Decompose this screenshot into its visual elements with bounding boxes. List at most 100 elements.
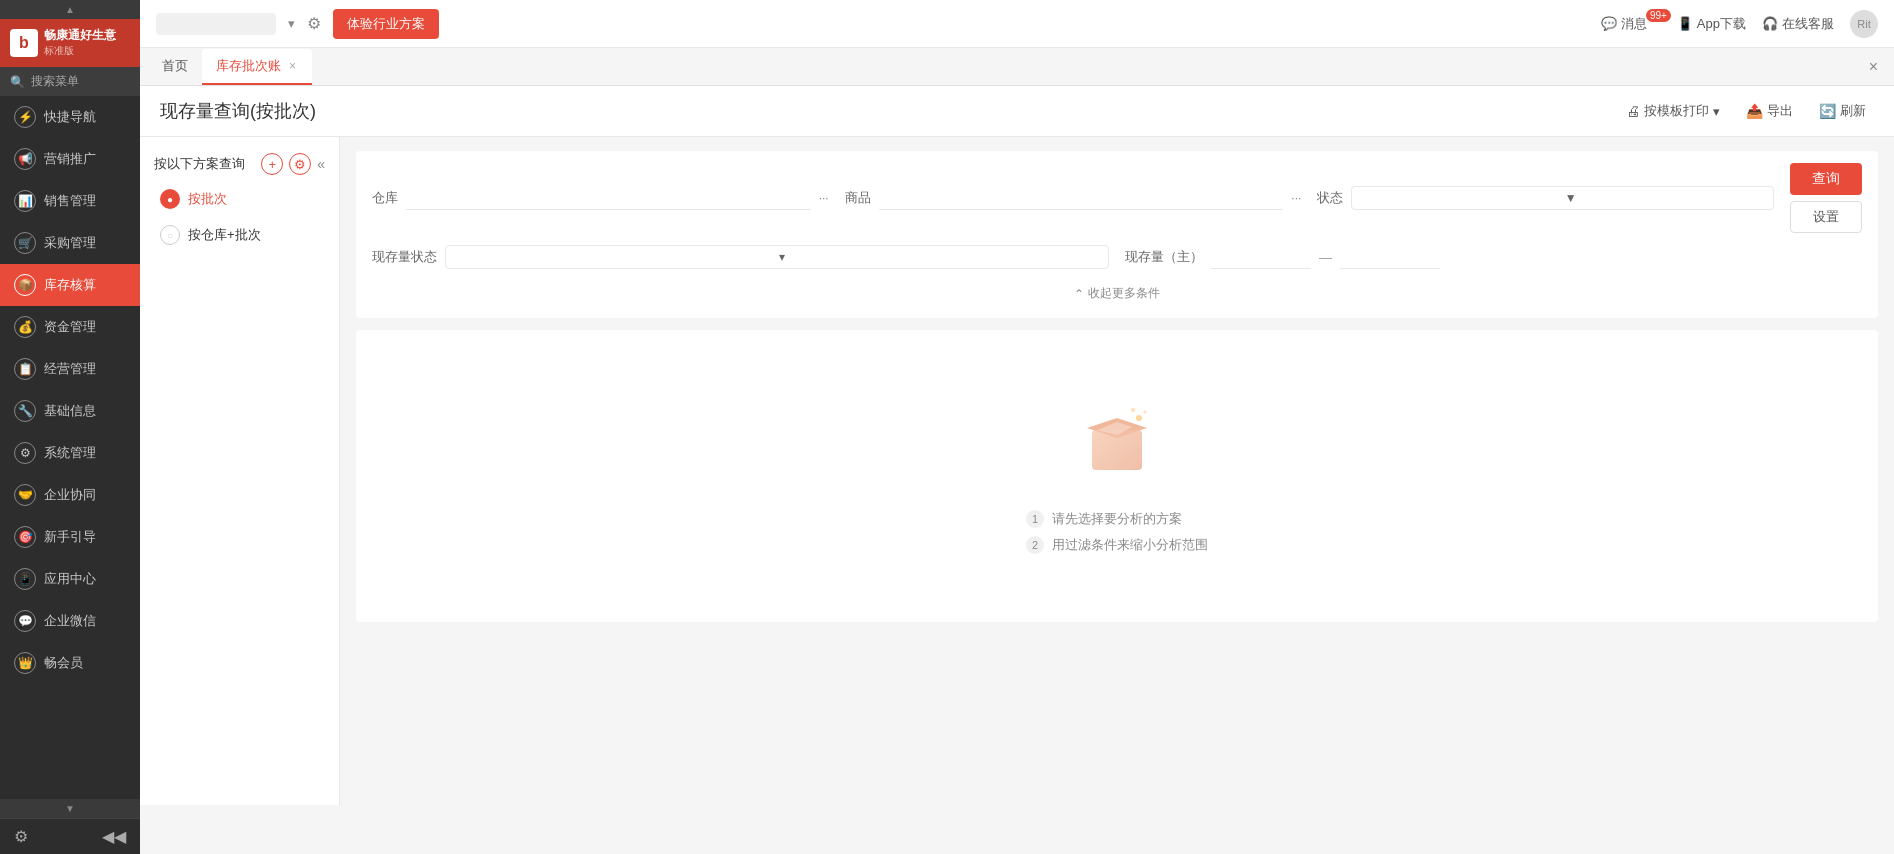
topbar-right: 💬 消息 99+ 📱 App下载 🎧 在线客服 Rit: [1601, 10, 1878, 38]
print-dropdown-icon[interactable]: ▾: [1713, 104, 1720, 119]
message-btn[interactable]: 💬 消息 99+: [1601, 15, 1661, 33]
message-label: 消息: [1621, 15, 1647, 33]
collapse-panel-btn[interactable]: «: [317, 156, 325, 172]
settings-plan-btn[interactable]: ⚙: [289, 153, 311, 175]
filter-area: 仓库 ··· 商品 ··· 状态: [356, 151, 1878, 318]
sidebar-label-system: 系统管理: [44, 444, 96, 462]
collapse-more-btn[interactable]: ⌃ 收起更多条件: [1074, 285, 1160, 302]
warehouse-label: 仓库: [372, 189, 398, 207]
sidebar-icon-sales: 📊: [14, 190, 36, 212]
topbar-gear-icon[interactable]: ⚙: [307, 14, 321, 33]
avatar-img: Rit: [1850, 10, 1878, 38]
topbar-search-input[interactable]: [156, 13, 276, 35]
sidebar-label-quick-nav: 快捷导航: [44, 108, 96, 126]
sidebar-item-system[interactable]: ⚙ 系统管理: [0, 432, 140, 474]
sidebar-search[interactable]: 🔍 搜索菜单: [0, 67, 140, 96]
search-btn[interactable]: 查询: [1790, 163, 1862, 195]
topbar-left: ▾ ⚙ 体验行业方案: [156, 9, 439, 39]
sidebar-label-operation: 经营管理: [44, 360, 96, 378]
print-label: 按模板打印: [1644, 102, 1709, 120]
sidebar-item-quick-nav[interactable]: ⚡ 快捷导航: [0, 96, 140, 138]
svg-point-3: [1131, 408, 1135, 412]
message-icon: 💬: [1601, 16, 1617, 31]
company-name: 畅康通好生意: [44, 28, 116, 44]
scroll-up-arrow[interactable]: ▲: [0, 0, 140, 19]
svg-rect-1: [1092, 430, 1142, 470]
svg-point-4: [1144, 411, 1147, 414]
refresh-btn[interactable]: 🔄 刷新: [1811, 98, 1874, 124]
online-service-btn[interactable]: 🎧 在线客服: [1762, 15, 1834, 33]
sidebar-item-inventory[interactable]: 📦 库存核算: [0, 264, 140, 306]
user-avatar[interactable]: Rit: [1850, 10, 1878, 38]
page-title: 现存量查询(按批次): [160, 99, 316, 123]
scroll-down-arrow[interactable]: ▼: [0, 799, 140, 818]
qty-min-input[interactable]: [1211, 245, 1311, 269]
online-service-label: 在线客服: [1782, 15, 1834, 33]
topbar-dropdown-icon[interactable]: ▾: [288, 16, 295, 31]
sidebar-item-sales[interactable]: 📊 销售管理: [0, 180, 140, 222]
settings-icon[interactable]: ⚙: [14, 827, 28, 846]
qty-max-input[interactable]: [1340, 245, 1440, 269]
collapse-more-label: 收起更多条件: [1088, 285, 1160, 302]
refresh-label: 刷新: [1840, 102, 1866, 120]
main-wrap: ▾ ⚙ 体验行业方案 💬 消息 99+ 📱 App下载 🎧 在线客服 Rit: [140, 0, 1894, 854]
print-btn[interactable]: 🖨 按模板打印 ▾: [1618, 98, 1728, 124]
sidebar-label-guide: 新手引导: [44, 528, 96, 546]
page-header: 现存量查询(按批次) 🖨 按模板打印 ▾ 📤 导出 🔄 刷新: [140, 86, 1894, 137]
inventory-status-select[interactable]: ▾: [445, 245, 1109, 269]
status-dropdown-icon: ▼: [1565, 191, 1765, 205]
status-select[interactable]: ▼: [1351, 186, 1774, 210]
warehouse-input[interactable]: [406, 186, 811, 210]
tab-close-inventory-batch[interactable]: ×: [287, 59, 298, 73]
sidebar-item-appstore[interactable]: 📱 应用中心: [0, 558, 140, 600]
sidebar-bottom: ⚙ ◀◀: [0, 818, 140, 854]
warehouse-more-btn[interactable]: ···: [819, 191, 829, 205]
sidebar-icon-operation: 📋: [14, 358, 36, 380]
sidebar-item-basic[interactable]: 🔧 基础信息: [0, 390, 140, 432]
sidebar-search-label: 搜索菜单: [31, 73, 79, 90]
tab-home[interactable]: 首页: [148, 49, 202, 85]
sidebar-item-purchase[interactable]: 🛒 采购管理: [0, 222, 140, 264]
tip-number-2: 2: [1026, 536, 1044, 554]
sidebar-icon-member: 👑: [14, 652, 36, 674]
body-layout: 按以下方案查询 + ⚙ « ● 按批次 ○ 按仓库+批次: [140, 137, 1894, 805]
tab-inventory-batch[interactable]: 库存批次账×: [202, 49, 312, 85]
sidebar-item-marketing[interactable]: 📢 营销推广: [0, 138, 140, 180]
sidebar-item-enterprise[interactable]: 🤝 企业协同: [0, 474, 140, 516]
sidebar-item-operation[interactable]: 📋 经营管理: [0, 348, 140, 390]
sidebar-header: b 畅康通好生意 标准版: [0, 19, 140, 67]
tip-text-2: 用过滤条件来缩小分析范围: [1052, 536, 1208, 554]
export-btn[interactable]: 📤 导出: [1738, 98, 1801, 124]
sidebar-nav: ⚡ 快捷导航 📢 营销推广 📊 销售管理 🛒 采购管理 📦 库存核算 💰 资金管…: [0, 96, 140, 799]
plan-item-warehouse-batch[interactable]: ○ 按仓库+批次: [140, 217, 339, 253]
sidebar-icon-finance: 💰: [14, 316, 36, 338]
product-input[interactable]: [879, 186, 1284, 210]
sidebar-label-inventory: 库存核算: [44, 276, 96, 294]
empty-icon: [1067, 390, 1167, 490]
plan-item-batch[interactable]: ● 按批次: [140, 181, 339, 217]
plan-label-batch: 按批次: [188, 190, 227, 208]
sidebar-label-sales: 销售管理: [44, 192, 96, 210]
chevron-up-icon: ⌃: [1074, 287, 1084, 301]
filter-settings-btn[interactable]: 设置: [1790, 201, 1862, 233]
inventory-qty-field: 现存量（主） —: [1125, 245, 1862, 269]
trial-btn[interactable]: 体验行业方案: [333, 9, 439, 39]
edition-label: 标准版: [44, 44, 116, 58]
tab-bar-close-btn[interactable]: ×: [1861, 54, 1886, 80]
status-field: 状态 ▼: [1317, 186, 1774, 210]
product-more-btn[interactable]: ···: [1291, 191, 1301, 205]
add-plan-btn[interactable]: +: [261, 153, 283, 175]
inventory-status-label: 现存量状态: [372, 248, 437, 266]
sidebar-item-wechat[interactable]: 💬 企业微信: [0, 600, 140, 642]
app-download-btn[interactable]: 📱 App下载: [1677, 15, 1746, 33]
panel-header: 按以下方案查询 + ⚙ «: [140, 147, 339, 181]
qty-separator: —: [1319, 250, 1332, 265]
sidebar-item-guide[interactable]: 🎯 新手引导: [0, 516, 140, 558]
inventory-status-field: 现存量状态 ▾: [372, 245, 1109, 269]
collapse-sidebar-icon[interactable]: ◀◀: [102, 827, 126, 846]
app-logo: b: [10, 29, 38, 57]
inventory-qty-label: 现存量（主）: [1125, 248, 1203, 266]
service-icon: 🎧: [1762, 16, 1778, 31]
sidebar-item-member[interactable]: 👑 畅会员: [0, 642, 140, 684]
sidebar-item-finance[interactable]: 💰 资金管理: [0, 306, 140, 348]
